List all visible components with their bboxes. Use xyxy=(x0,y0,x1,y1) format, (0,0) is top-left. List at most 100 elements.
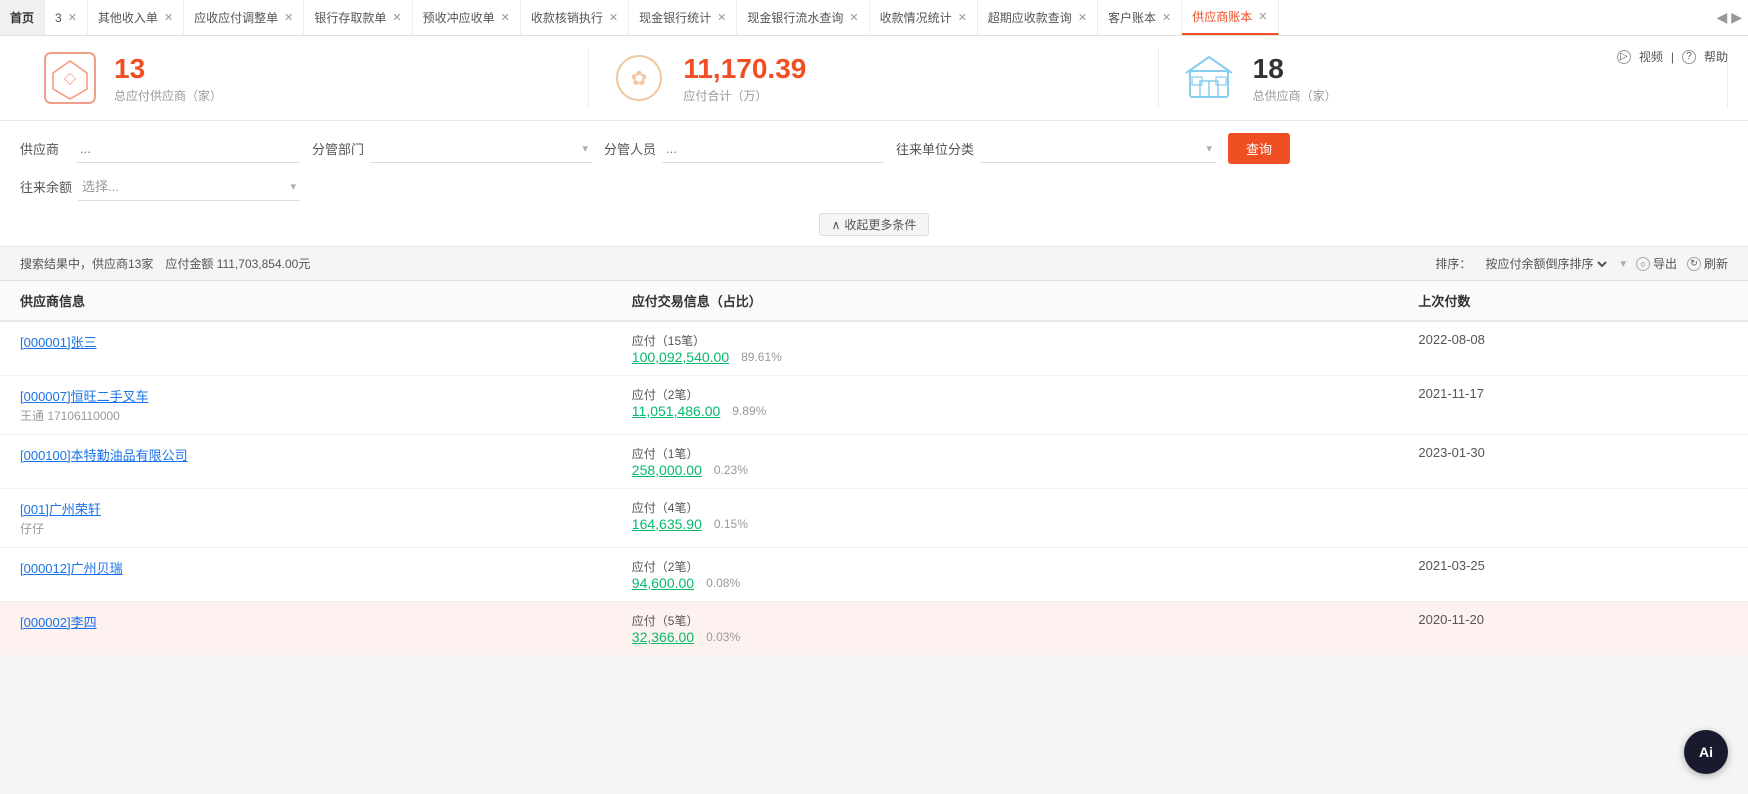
tx-percent: 0.15% xyxy=(714,517,748,531)
tx-amount[interactable]: 258,000.00 xyxy=(632,462,702,478)
query-button[interactable]: 查询 xyxy=(1228,133,1290,164)
summary-card-payable-suppliers: ◇ 13 总应付供应商（家） xyxy=(20,48,589,108)
last-payment-cell: 2023-01-30 xyxy=(1398,435,1748,489)
nav-item-cash-flow[interactable]: 现金银行流水查询 ✕ xyxy=(737,0,869,35)
nav-close-collection-stats[interactable]: ✕ xyxy=(958,11,967,24)
filter-row-2: 往来余额 选择... ▾ xyxy=(20,172,1728,201)
nav-item-customer-ledger[interactable]: 客户账本 ✕ xyxy=(1098,0,1182,35)
tx-label: 应付（1笔） xyxy=(632,445,1379,462)
category-select[interactable] xyxy=(980,134,1216,162)
supplier-name-link[interactable]: [000002]李四 xyxy=(20,612,592,631)
filter-balance-label: 往来余额 xyxy=(20,177,72,196)
tx-info-cell: 应付（1笔）258,000.00 0.23% xyxy=(612,435,1399,489)
supplier-info-cell: [000001]张三 xyxy=(0,321,612,376)
svg-text:◇: ◇ xyxy=(64,70,77,87)
supplier-name-link[interactable]: [000001]张三 xyxy=(20,332,592,351)
tx-percent: 0.08% xyxy=(706,576,740,590)
last-payment-cell: 2022-08-08 xyxy=(1398,321,1748,376)
supplier-info-cell: [000007]恒旺二手叉车王通 17106110000 xyxy=(0,376,612,435)
nav-item-overdue[interactable]: 超期应收款查询 ✕ xyxy=(978,0,1098,35)
tx-amount[interactable]: 100,092,540.00 xyxy=(632,349,729,365)
result-amount: 应付金额 111,703,854.00元 xyxy=(165,255,310,272)
filter-area: 供应商 分管部门 ▾ 分管人员 往来单位分类 ▾ xyxy=(0,121,1748,247)
table-row: [001]广州荣轩仔仔应付（4笔）164,635.900.15% xyxy=(0,489,1748,548)
filter-supplier: 供应商 xyxy=(20,135,300,163)
nav-item-cash-bank-stats[interactable]: 现金银行统计 ✕ xyxy=(629,0,737,35)
balance-select[interactable]: 选择... xyxy=(78,172,300,200)
summary-card-total-payable: ✿ 11,170.39 应付合计（万） xyxy=(589,48,1158,108)
nav-close-cash-flow[interactable]: ✕ xyxy=(849,11,858,24)
nav-close-cash-bank-stats[interactable]: ✕ xyxy=(717,11,726,24)
category-select-wrapper: ▾ xyxy=(980,134,1216,163)
export-link[interactable]: ○ 导出 xyxy=(1636,255,1677,272)
nav-item-collection-stats[interactable]: 收款情况统计 ✕ xyxy=(870,0,978,35)
nav-close-supplier-ledger[interactable]: ✕ xyxy=(1258,10,1267,23)
supplier-name-link[interactable]: [000012]广州贝瑞 xyxy=(20,558,592,577)
supplier-sub-info: 王通 17106110000 xyxy=(20,407,592,424)
dept-select[interactable] xyxy=(370,134,592,162)
video-link[interactable]: 视频 xyxy=(1639,48,1663,65)
nav-close-overdue[interactable]: ✕ xyxy=(1078,11,1087,24)
summary-icon-diamond: ◇ xyxy=(40,48,100,108)
filter-supplier-label: 供应商 xyxy=(20,139,70,158)
tx-amount[interactable]: 32,366.00 xyxy=(632,629,694,645)
supplier-name-link[interactable]: [001]广州荣轩 xyxy=(20,499,592,518)
collapse-button[interactable]: ∧ 收起更多条件 xyxy=(819,213,930,236)
nav-close-other-income[interactable]: ✕ xyxy=(164,11,173,24)
tx-info-cell: 应付（5笔）32,366.000.03% xyxy=(612,602,1399,656)
balance-select-wrapper: 选择... ▾ xyxy=(78,172,300,201)
summary-content-3: 18 总供应商（家） xyxy=(1253,52,1337,105)
result-summary-row: 搜索结果中，供应商13家 应付金额 111,703,854.00元 排序： 按应… xyxy=(0,247,1748,281)
dept-select-wrapper: ▾ xyxy=(370,134,592,163)
filter-person: 分管人员 xyxy=(604,135,884,163)
person-input[interactable] xyxy=(662,135,884,163)
tx-label: 应付（15笔） xyxy=(632,332,1379,349)
top-nav: 首页 3 ✕ 其他收入单 ✕ 应收应付调整单 ✕ 银行存取款单 ✕ 预收冲应收单… xyxy=(0,0,1748,36)
tx-amount[interactable]: 164,635.90 xyxy=(632,516,702,532)
summary-num-all-suppliers: 18 xyxy=(1253,52,1337,86)
chevron-down-sort-icon: ▾ xyxy=(1620,257,1626,270)
nav-close-bank-deposit[interactable]: ✕ xyxy=(392,11,401,24)
tx-amount[interactable]: 11,051,486.00 xyxy=(632,403,721,419)
nav-item-prepay[interactable]: 预收冲应收单 ✕ xyxy=(413,0,521,35)
nav-next-arrow[interactable]: ▶ xyxy=(1731,9,1742,26)
supplier-sub-info: 仔仔 xyxy=(20,520,592,537)
nav-close-adjustment[interactable]: ✕ xyxy=(284,11,293,24)
summary-num-payable: 13 xyxy=(114,52,222,86)
summary-icon-store xyxy=(1179,48,1239,108)
tx-label: 应付（5笔） xyxy=(632,612,1379,629)
collapse-row: ∧ 收起更多条件 xyxy=(20,209,1728,238)
nav-item-bank-deposit[interactable]: 银行存取款单 ✕ xyxy=(304,0,412,35)
sort-label: 排序： xyxy=(1435,255,1471,272)
supplier-input[interactable] xyxy=(76,135,300,163)
supplier-name-link[interactable]: [000007]恒旺二手叉车 xyxy=(20,386,592,405)
tx-percent: 0.23% xyxy=(714,463,748,477)
nav-close-customer-ledger[interactable]: ✕ xyxy=(1162,11,1171,24)
supplier-name-link[interactable]: [000100]本特勤油品有限公司 xyxy=(20,445,592,464)
summary-content-1: 13 总应付供应商（家） xyxy=(114,52,222,105)
sort-select[interactable]: 按应付余额倒序排序 xyxy=(1481,256,1610,272)
svg-text:✿: ✿ xyxy=(631,68,648,90)
table-row: [000001]张三应付（15笔）100,092,540.0089.61%202… xyxy=(0,321,1748,376)
help-icon: ? xyxy=(1682,50,1696,64)
nav-close-prepay[interactable]: ✕ xyxy=(501,11,510,24)
nav-item-3[interactable]: 3 ✕ xyxy=(45,0,88,35)
nav-prev-arrow[interactable]: ◀ xyxy=(1716,9,1727,26)
nav-item-collection-exec[interactable]: 收款核销执行 ✕ xyxy=(521,0,629,35)
nav-home[interactable]: 首页 xyxy=(0,0,45,35)
nav-item-adjustment[interactable]: 应收应付调整单 ✕ xyxy=(184,0,304,35)
tx-info-cell: 应付（2笔）94,600.000.08% xyxy=(612,548,1399,602)
nav-item-supplier-ledger[interactable]: 供应商账本 ✕ xyxy=(1182,0,1278,35)
result-summary-right: 排序： 按应付余额倒序排序 ▾ ○ 导出 ↻ 刷新 xyxy=(1435,255,1728,272)
nav-item-other-income[interactable]: 其他收入单 ✕ xyxy=(88,0,184,35)
refresh-icon: ↻ xyxy=(1687,257,1701,271)
tx-info-cell: 应付（4笔）164,635.900.15% xyxy=(612,489,1399,548)
filter-balance: 往来余额 选择... ▾ xyxy=(20,172,300,201)
ai-badge[interactable]: Ai xyxy=(1684,730,1728,774)
help-link[interactable]: 帮助 xyxy=(1704,48,1728,65)
col-header-lastpay: 上次付数 xyxy=(1398,281,1748,321)
nav-close-collection-exec[interactable]: ✕ xyxy=(609,11,618,24)
nav-close-3[interactable]: ✕ xyxy=(68,11,77,24)
tx-amount[interactable]: 94,600.00 xyxy=(632,575,694,591)
refresh-link[interactable]: ↻ 刷新 xyxy=(1687,255,1728,272)
